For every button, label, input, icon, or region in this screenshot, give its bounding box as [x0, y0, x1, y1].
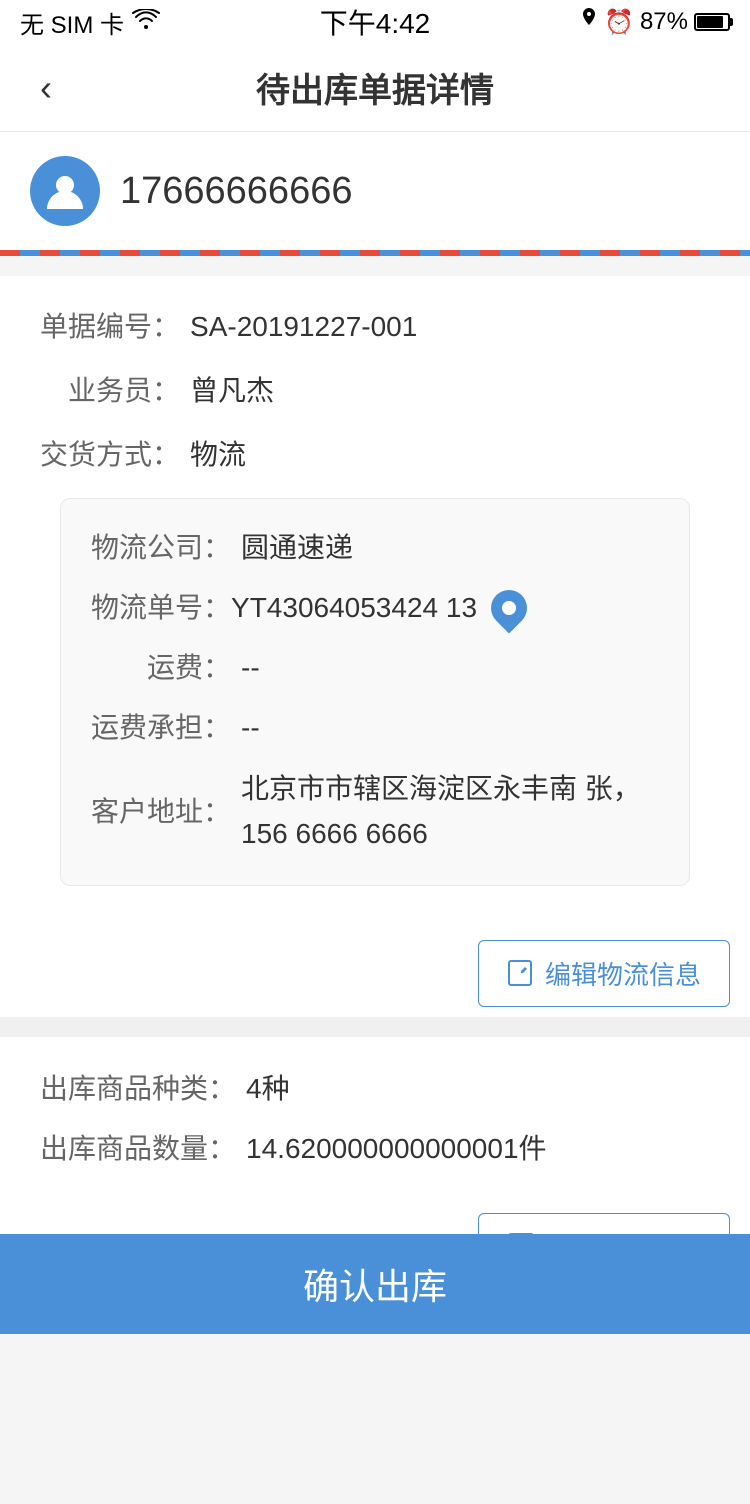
order-no-row: 单据编号： SA-20191227-001 [40, 306, 710, 348]
edit-logistics-label: 编辑物流信息 [545, 955, 701, 992]
goods-quantity-row: 出库商品数量： 14.620000000000001件 [40, 1127, 710, 1167]
status-right: ⏰ 87% [580, 8, 730, 37]
avatar [30, 156, 100, 226]
freight-bear-label: 运费承担： [91, 707, 231, 749]
battery-icon [694, 13, 730, 31]
salesman-row: 业务员： 曾凡杰 [40, 370, 710, 412]
goods-quantity-label: 出库商品数量： [40, 1127, 236, 1167]
freight-bear-row: 运费承担： -- [91, 707, 659, 749]
nav-bar: ‹ 待出库单据详情 [0, 44, 750, 132]
logistics-company-row: 物流公司： 圆通速递 [91, 527, 659, 569]
freight-value: -- [241, 647, 659, 689]
location-status-icon [580, 8, 598, 37]
map-location-icon[interactable] [484, 583, 535, 634]
alarm-icon: ⏰ [604, 8, 634, 37]
freight-label: 运费： [91, 647, 231, 689]
status-left: 无 SIM 卡 [20, 5, 160, 40]
goods-section: 出库商品种类： 4种 出库商品数量： 14.620000000000001件 [0, 1037, 750, 1197]
customer-phone: 17666666666 [120, 170, 352, 213]
back-button[interactable]: ‹ [30, 57, 62, 119]
address-value: 北京市市辖区海淀区永丰南 张，156 6666 6666 [241, 767, 659, 857]
address-row: 客户地址： 北京市市辖区海淀区永丰南 张，156 6666 6666 [91, 767, 659, 857]
delivery-label: 交货方式： [40, 434, 180, 476]
battery-text: 87% [640, 8, 688, 36]
delivery-value: 物流 [190, 434, 710, 476]
order-info-section: 单据编号： SA-20191227-001 业务员： 曾凡杰 交货方式： 物流 … [0, 276, 750, 916]
order-no-label: 单据编号： [40, 306, 180, 348]
freight-bear-value: -- [241, 707, 659, 749]
goods-type-value: 4种 [246, 1067, 290, 1107]
carrier-text: 无 SIM 卡 [20, 5, 124, 40]
edit-logistics-button[interactable]: 编辑物流信息 [478, 940, 730, 1007]
logistics-card: 物流公司： 圆通速递 物流单号： YT43064053424 13 运费： --… [60, 498, 690, 886]
logistics-company-value: 圆通速递 [241, 527, 659, 569]
dashed-divider [0, 250, 750, 256]
status-bar: 无 SIM 卡 下午4:42 ⏰ 87% [0, 0, 750, 44]
tracking-number: YT43064053424 13 [231, 587, 477, 629]
wifi-icon [132, 9, 160, 35]
status-time: 下午4:42 [320, 2, 431, 42]
section-divider [0, 1017, 750, 1037]
salesman-label: 业务员： [40, 370, 180, 412]
tracking-row: YT43064053424 13 [231, 587, 527, 629]
delivery-row: 交货方式： 物流 [40, 434, 710, 476]
goods-quantity-value: 14.620000000000001件 [246, 1127, 547, 1167]
freight-row: 运费： -- [91, 647, 659, 689]
logistics-tracking-label: 物流单号： [91, 587, 231, 629]
confirm-button-label: 确认出库 [303, 1258, 447, 1310]
logistics-company-label: 物流公司： [91, 527, 231, 569]
customer-header: 17666666666 [0, 132, 750, 250]
salesman-value: 曾凡杰 [190, 370, 710, 412]
order-no-value: SA-20191227-001 [190, 306, 710, 348]
goods-type-label: 出库商品种类： [40, 1067, 236, 1107]
page-title: 待出库单据详情 [256, 63, 494, 112]
confirm-button-bar[interactable]: 确认出库 [0, 1234, 750, 1334]
goods-type-row: 出库商品种类： 4种 [40, 1067, 710, 1107]
edit-btn-row: 编辑物流信息 [0, 916, 750, 1017]
address-label: 客户地址： [91, 791, 231, 833]
logistics-tracking-row: 物流单号： YT43064053424 13 [91, 587, 659, 629]
